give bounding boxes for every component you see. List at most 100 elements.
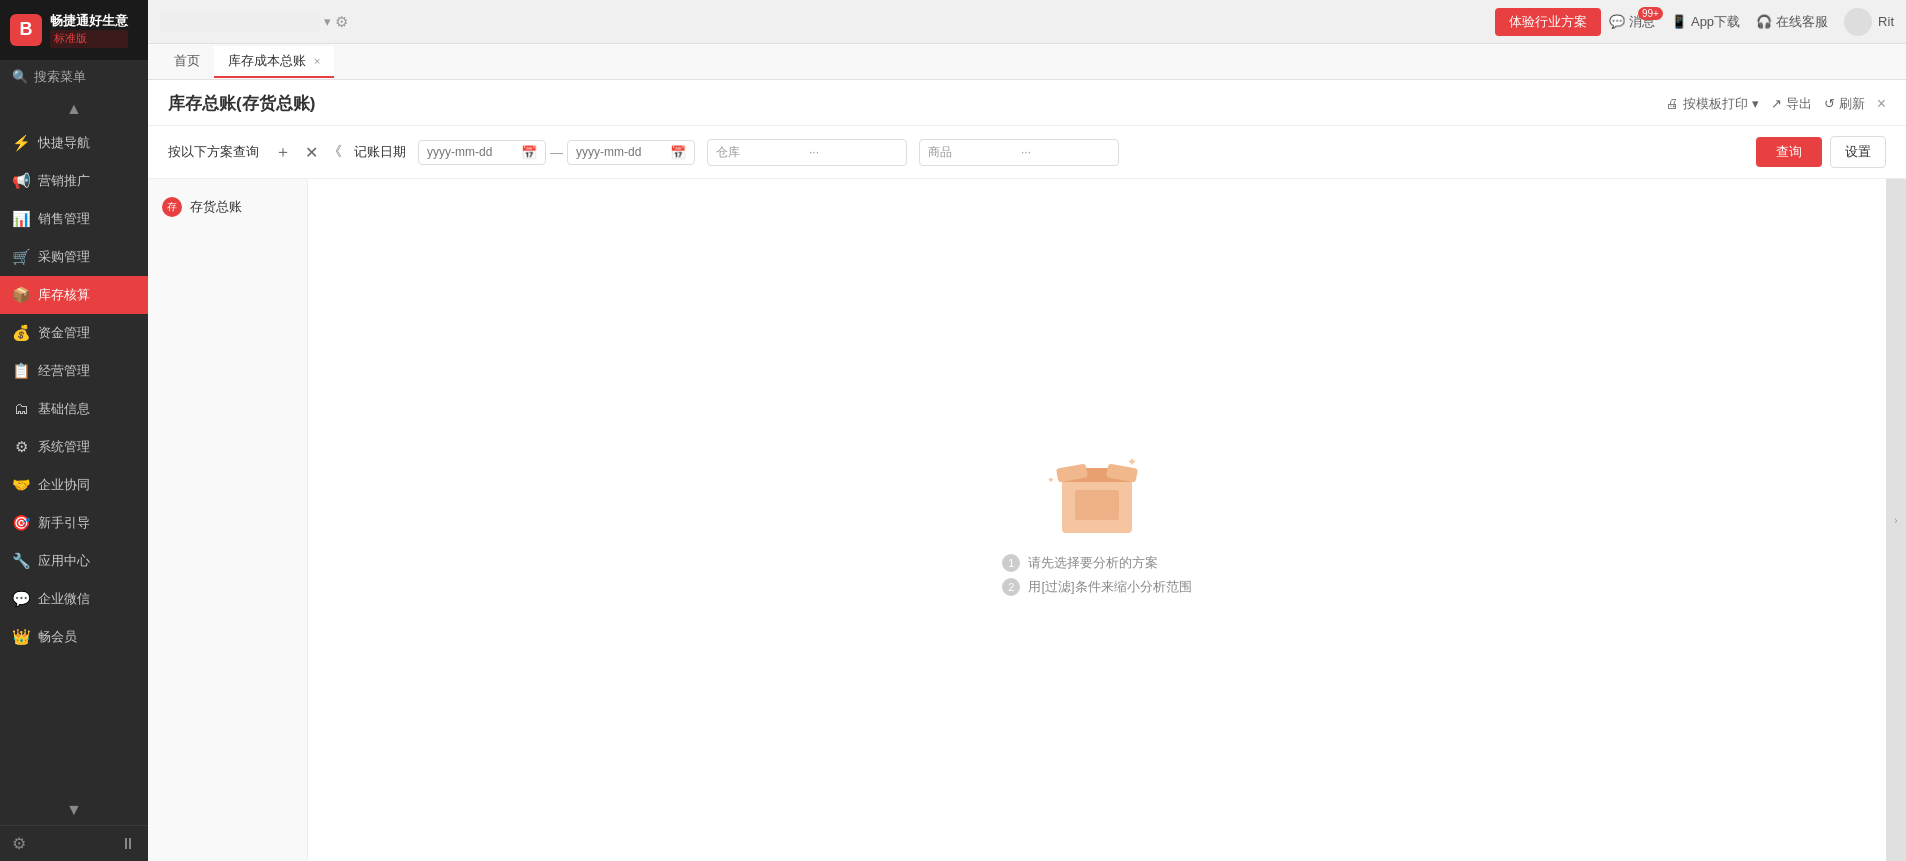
export-btn[interactable]: ↗ 导出 xyxy=(1771,95,1812,113)
filter-clear-btn[interactable]: ✕ xyxy=(301,141,322,164)
sidebar-item-label: 系统管理 xyxy=(38,438,90,456)
sidebar-item-inventory[interactable]: 📦 库存核算 xyxy=(0,276,148,314)
sidebar-item-quick-nav[interactable]: ⚡ 快捷导航 xyxy=(0,124,148,162)
sidebar-scroll-up[interactable]: ▲ xyxy=(0,94,148,124)
sidebar-item-system[interactable]: ⚙ 系统管理 xyxy=(0,428,148,466)
marketing-icon: 📢 xyxy=(12,172,30,190)
date-end-input[interactable] xyxy=(576,145,666,159)
sidebar-item-corp[interactable]: 🤝 企业协同 xyxy=(0,466,148,504)
sidebar-item-sales[interactable]: 📊 销售管理 xyxy=(0,200,148,238)
query-btn[interactable]: 查询 xyxy=(1756,137,1822,167)
app-logo: B 畅捷通好生意 标准版 xyxy=(0,0,148,60)
page-header: 库存总账(存货总账) 🖨 按模板打印 ▾ ↗ 导出 ↺ 刷新 × xyxy=(148,80,1906,126)
refresh-btn[interactable]: ↺ 刷新 xyxy=(1824,95,1865,113)
sidebar-item-vip[interactable]: 👑 畅会员 xyxy=(0,618,148,656)
apps-icon: 🔧 xyxy=(12,552,30,570)
main-area: ▾ ⚙ 体验行业方案 💬 消息 99+ 📱 App下载 🎧 在线客服 Rit xyxy=(148,0,1906,861)
sidebar-item-label: 经营管理 xyxy=(38,362,90,380)
sidebar-item-finance[interactable]: 💰 资金管理 xyxy=(0,314,148,352)
date-start-wrap[interactable]: 📅 xyxy=(418,140,546,165)
filter-controls: ＋ ✕ 《 xyxy=(271,140,342,165)
warehouse-label: 仓库 xyxy=(716,144,805,161)
filter-add-btn[interactable]: ＋ xyxy=(271,140,295,165)
warehouse-more-icon[interactable]: ··· xyxy=(809,145,898,159)
right-panel[interactable]: › xyxy=(1886,179,1906,861)
topbar-actions: 💬 消息 99+ 📱 App下载 🎧 在线客服 Rit xyxy=(1609,8,1894,36)
app-download-btn[interactable]: 📱 App下载 xyxy=(1671,13,1740,31)
empty-hint-2: 2 用[过滤]条件来缩小分析范围 xyxy=(1002,578,1191,596)
product-select[interactable]: 商品 ··· xyxy=(919,139,1119,166)
sidebar-item-wechat[interactable]: 💬 企业微信 xyxy=(0,580,148,618)
sidebar-item-label: 新手引导 xyxy=(38,514,90,532)
logo-text: 畅捷通好生意 标准版 xyxy=(50,12,128,48)
sidebar-item-apps[interactable]: 🔧 应用中心 xyxy=(0,542,148,580)
filter-settings-btn[interactable]: 设置 xyxy=(1830,136,1886,168)
header-actions: 🖨 按模板打印 ▾ ↗ 导出 ↺ 刷新 × xyxy=(1666,95,1886,113)
sidebar-item-label: 采购管理 xyxy=(38,248,90,266)
export-label: 导出 xyxy=(1786,95,1812,113)
app-title: 畅捷通好生意 xyxy=(50,12,128,30)
scroll-up-btn[interactable]: ▲ xyxy=(58,98,90,120)
settings-icon-btn[interactable]: ⚙ xyxy=(12,834,26,853)
sidebar-item-label: 销售管理 xyxy=(38,210,90,228)
product-more-icon[interactable]: ··· xyxy=(1021,145,1110,159)
date-end-wrap[interactable]: 📅 xyxy=(567,140,695,165)
finance-icon: 💰 xyxy=(12,324,30,342)
empty-svg: ✦ ✦ xyxy=(1037,438,1157,538)
search-menu[interactable]: 🔍 搜索菜单 xyxy=(0,60,148,94)
toggle-btn[interactable]: ⏸ xyxy=(120,835,136,853)
print-template-btn[interactable]: 🖨 按模板打印 ▾ xyxy=(1666,95,1759,113)
phone-icon: 📱 xyxy=(1671,14,1687,29)
guide-icon: 🎯 xyxy=(12,514,30,532)
schema-item-inventory[interactable]: 存 存货总账 xyxy=(148,189,307,225)
sales-icon: 📊 xyxy=(12,210,30,228)
settings-topbar-btn[interactable]: ⚙ xyxy=(335,13,348,31)
scroll-down-btn[interactable]: ▼ xyxy=(58,799,90,821)
user-section[interactable]: Rit xyxy=(1844,8,1894,36)
schema-area: 存 存货总账 xyxy=(148,179,308,861)
chevron-down-icon: ▾ xyxy=(1752,96,1759,111)
warehouse-select[interactable]: 仓库 ··· xyxy=(707,139,907,166)
messages-btn[interactable]: 💬 消息 99+ xyxy=(1609,13,1655,31)
calendar-end-icon[interactable]: 📅 xyxy=(670,145,686,160)
system-icon: ⚙ xyxy=(12,438,30,456)
logo-icon: B xyxy=(10,14,42,46)
sidebar-item-purchase[interactable]: 🛒 采购管理 xyxy=(0,238,148,276)
svg-text:✦: ✦ xyxy=(1127,455,1137,469)
filter-collapse-btn[interactable]: 《 xyxy=(328,143,342,161)
hint-num-2: 2 xyxy=(1002,578,1020,596)
wechat-icon: 💬 xyxy=(12,590,30,608)
tab-home[interactable]: 首页 xyxy=(160,46,214,78)
sidebar-item-marketing[interactable]: 📢 营销推广 xyxy=(0,162,148,200)
basic-icon: 🗂 xyxy=(12,400,30,417)
sidebar-scroll-down[interactable]: ▼ xyxy=(0,795,148,825)
sidebar-item-guide[interactable]: 🎯 新手引导 xyxy=(0,504,148,542)
calendar-start-icon[interactable]: 📅 xyxy=(521,145,537,160)
topbar: ▾ ⚙ 体验行业方案 💬 消息 99+ 📱 App下载 🎧 在线客服 Rit xyxy=(148,0,1906,44)
tab-bar: 首页 库存成本总账 × xyxy=(148,44,1906,80)
breadcrumb-chevron: ▾ xyxy=(324,14,331,29)
quick-nav-icon: ⚡ xyxy=(12,134,30,152)
schema-item-label: 存货总账 xyxy=(190,198,242,216)
industry-btn[interactable]: 体验行业方案 xyxy=(1495,8,1601,36)
page-close-btn[interactable]: × xyxy=(1877,95,1886,113)
sidebar-item-label: 企业协同 xyxy=(38,476,90,494)
date-start-input[interactable] xyxy=(427,145,517,159)
empty-texts: 1 请先选择要分析的方案 2 用[过滤]条件来缩小分析范围 xyxy=(1002,554,1191,602)
date-range: 📅 — 📅 xyxy=(418,140,695,165)
sidebar-footer: ⚙ ⏸ xyxy=(0,825,148,861)
empty-illustration: ✦ ✦ xyxy=(1037,438,1157,538)
corp-icon: 🤝 xyxy=(12,476,30,494)
sidebar-item-basic[interactable]: 🗂 基础信息 xyxy=(0,390,148,428)
print-icon: 🖨 xyxy=(1666,96,1679,111)
online-support-btn[interactable]: 🎧 在线客服 xyxy=(1756,13,1828,31)
breadcrumb-path xyxy=(160,12,320,32)
tab-inventory-ledger[interactable]: 库存成本总账 × xyxy=(214,46,334,78)
search-menu-label: 搜索菜单 xyxy=(34,68,86,86)
refresh-label: 刷新 xyxy=(1839,95,1865,113)
print-template-label: 按模板打印 xyxy=(1683,95,1748,113)
sidebar-item-operation[interactable]: 📋 经营管理 xyxy=(0,352,148,390)
hint-num-1: 1 xyxy=(1002,554,1020,572)
tab-close-btn[interactable]: × xyxy=(314,55,320,67)
sidebar-item-label: 应用中心 xyxy=(38,552,90,570)
